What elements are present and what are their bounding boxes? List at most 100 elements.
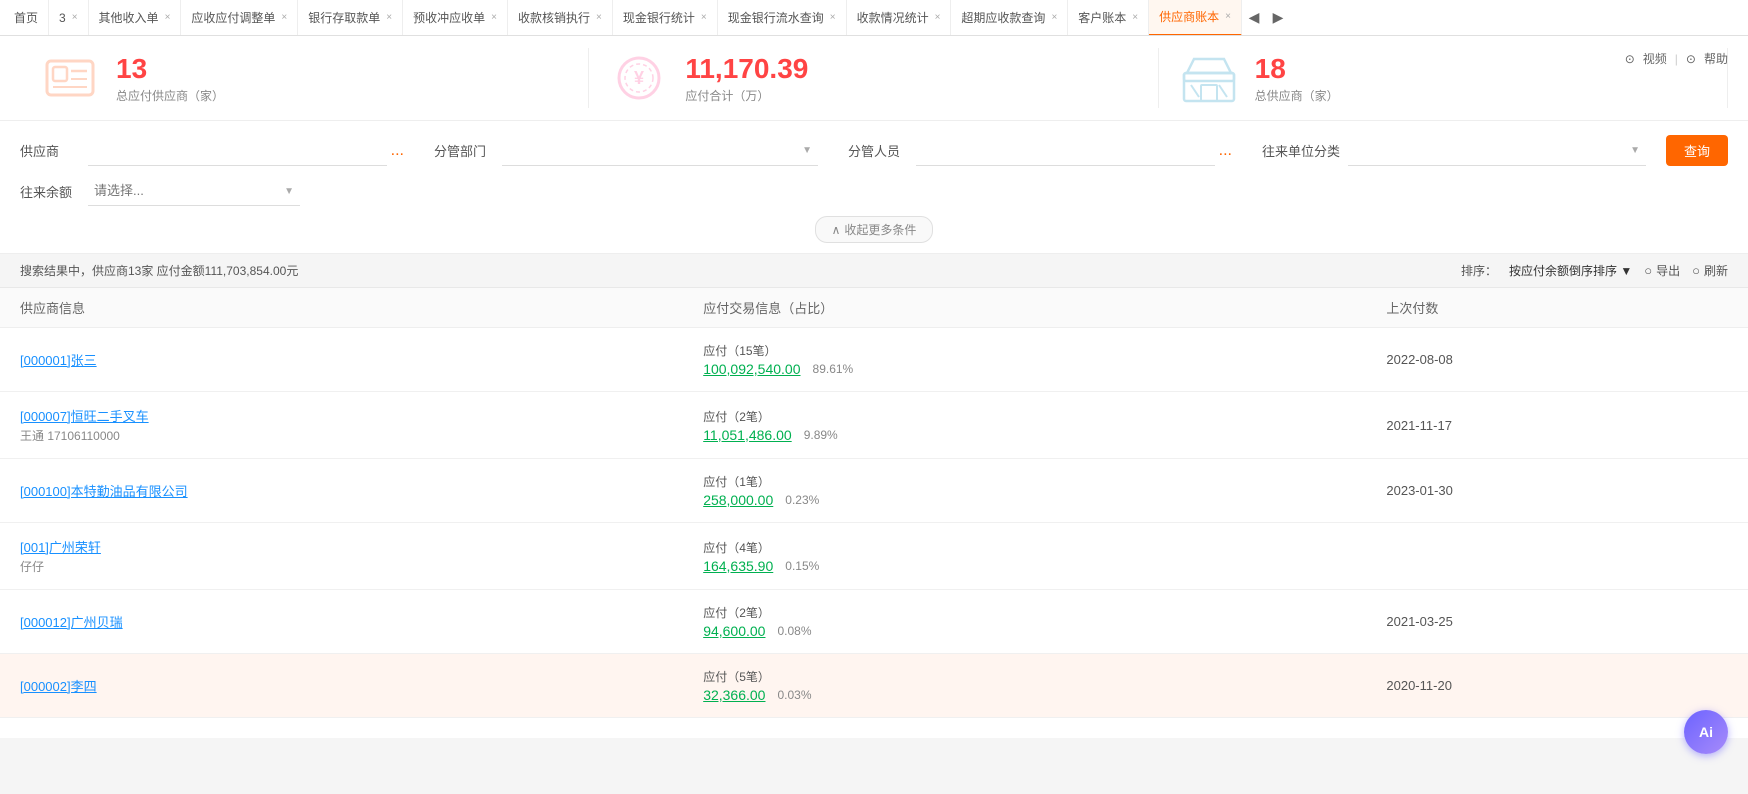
nav-tab-cash-stats-label: 现金银行统计	[623, 9, 695, 26]
nav-tab-overdue-label: 超期应收款查询	[961, 9, 1045, 26]
collapse-icon: ∧	[832, 223, 841, 237]
tx-amount-link[interactable]: 32,366.00	[703, 687, 765, 703]
tx-info-cell: 应付（2笔） 94,600.00 0.08%	[703, 604, 1386, 639]
top-nav: 首页 3 × 其他收入单 × 应收应付调整单 × 银行存取款单 × 预收冲应收单…	[0, 0, 1748, 36]
form-row-1: 供应商 ... 分管部门 ▼ 分管人员 ... 往来单位分类 ▼ 查询	[20, 135, 1728, 166]
tx-row: 258,000.00 0.23%	[703, 492, 1386, 508]
table-row: [000012]广州贝瑞 应付（2笔） 94,600.00 0.08% 2021…	[0, 590, 1748, 654]
close-icon[interactable]: ×	[72, 12, 78, 23]
refresh-icon: ○	[1692, 263, 1700, 278]
nav-tab-bank-label: 银行存取款单	[308, 9, 380, 26]
tx-amount-link[interactable]: 100,092,540.00	[703, 361, 800, 377]
supplier-sub-text: 王通 17106110000	[20, 427, 703, 444]
supplier-name-link[interactable]: [000100]本特勤油品有限公司	[20, 481, 703, 500]
nav-tab-cash-flow-label: 现金银行流水查询	[728, 9, 824, 26]
nav-tab-adjustment[interactable]: 应收应付调整单 ×	[181, 0, 298, 36]
nav-tab-home[interactable]: 首页	[4, 0, 49, 36]
supplier-info-cell: [000007]恒旺二手叉车 王通 17106110000	[20, 406, 703, 444]
supplier-input[interactable]	[88, 136, 387, 166]
close-icon[interactable]: ×	[830, 12, 836, 23]
nav-prev-arrow[interactable]: ◀	[1242, 0, 1266, 36]
close-icon[interactable]: ×	[491, 12, 497, 23]
tx-row: 164,635.90 0.15%	[703, 558, 1386, 574]
close-icon[interactable]: ×	[701, 12, 707, 23]
nav-tab-supplier-ledger-label: 供应商账本	[1159, 8, 1219, 25]
supplier-name-link[interactable]: [001]广州荣轩	[20, 537, 703, 556]
tx-label: 应付（15笔）	[703, 342, 1386, 359]
export-icon: ○	[1644, 263, 1652, 278]
nav-tab-overdue[interactable]: 超期应收款查询 ×	[951, 0, 1068, 36]
nav-tab-customer-ledger[interactable]: 客户账本 ×	[1068, 0, 1149, 36]
nav-tab-3[interactable]: 3 ×	[49, 0, 89, 36]
close-icon[interactable]: ×	[1051, 12, 1057, 23]
nav-tab-collection[interactable]: 收款核销执行 ×	[508, 0, 613, 36]
supplier-name-link[interactable]: [000001]张三	[20, 350, 703, 369]
tx-row: 94,600.00 0.08%	[703, 623, 1386, 639]
tx-pct: 9.89%	[804, 428, 838, 442]
category-select-wrapper: ▼	[1348, 136, 1646, 166]
tx-info-cell: 应付（2笔） 11,051,486.00 9.89%	[703, 408, 1386, 443]
dept-label: 分管部门	[434, 141, 494, 160]
help-link[interactable]: 帮助	[1704, 50, 1728, 67]
supplier-sub-text: 仔仔	[20, 558, 703, 575]
video-link[interactable]: 视频	[1643, 50, 1667, 67]
supplier-name-link[interactable]: [000007]恒旺二手叉车	[20, 406, 703, 425]
tx-row: 100,092,540.00 89.61%	[703, 361, 1386, 377]
last-pay-cell: 2022-08-08	[1386, 352, 1728, 367]
video-icon: ⊙	[1625, 52, 1635, 66]
total-suppliers-label: 总供应商（家）	[1255, 87, 1339, 104]
col-supplier-header: 供应商信息	[20, 298, 703, 317]
nav-tab-3-label: 3	[59, 11, 66, 25]
tx-info-cell: 应付（15笔） 100,092,540.00 89.61%	[703, 342, 1386, 377]
top-right-links: ⊙ 视频 | ⊙ 帮助	[1625, 50, 1728, 67]
person-input[interactable]	[916, 136, 1215, 166]
stat-payable-total-text: 11,170.39 应付合计（万）	[685, 52, 808, 105]
person-dots[interactable]: ...	[1219, 142, 1232, 160]
nav-tab-bank[interactable]: 银行存取款单 ×	[298, 0, 403, 36]
close-icon[interactable]: ×	[1225, 11, 1231, 22]
form-row-2: 往来余额 ▼	[20, 176, 1728, 206]
supplier-info-cell: [001]广州荣轩 仔仔	[20, 537, 703, 575]
supplier-name-link[interactable]: [000002]李四	[20, 676, 703, 695]
close-icon[interactable]: ×	[596, 12, 602, 23]
payable-total-value: 11,170.39	[685, 52, 808, 86]
refresh-button[interactable]: ○ 刷新	[1692, 262, 1728, 279]
dept-input[interactable]	[502, 136, 818, 166]
tx-amount-link[interactable]: 94,600.00	[703, 623, 765, 639]
stat-total-suppliers-text: 18 总供应商（家）	[1255, 52, 1339, 105]
tx-amount-link[interactable]: 11,051,486.00	[703, 427, 792, 443]
nav-tab-cash-stats[interactable]: 现金银行统计 ×	[613, 0, 718, 36]
last-pay-cell: 2023-01-30	[1386, 483, 1728, 498]
balance-input[interactable]	[88, 176, 300, 206]
search-button[interactable]: 查询	[1666, 135, 1728, 166]
nav-tab-cash-flow[interactable]: 现金银行流水查询 ×	[718, 0, 847, 36]
table-row: [000100]本特勤油品有限公司 应付（1笔） 258,000.00 0.23…	[0, 459, 1748, 523]
close-icon[interactable]: ×	[935, 12, 941, 23]
last-pay-cell: 2021-03-25	[1386, 614, 1728, 629]
collapse-bar: ∧ 收起更多条件	[20, 216, 1728, 243]
ai-button[interactable]: Ai	[1684, 710, 1728, 754]
sort-select[interactable]: 按应付余额倒序排序 ▼	[1509, 262, 1632, 279]
tx-amount-link[interactable]: 258,000.00	[703, 492, 773, 508]
close-icon[interactable]: ×	[1132, 12, 1138, 23]
collapse-button[interactable]: ∧ 收起更多条件	[815, 216, 934, 243]
nav-tab-supplier-ledger[interactable]: 供应商账本 ×	[1149, 0, 1242, 36]
nav-next-arrow[interactable]: ▶	[1266, 0, 1290, 36]
tx-amount-link[interactable]: 164,635.90	[703, 558, 773, 574]
close-icon[interactable]: ×	[165, 12, 171, 23]
close-icon[interactable]: ×	[281, 12, 287, 23]
supplier-dots[interactable]: ...	[391, 142, 404, 160]
nav-tab-other-income-label: 其他收入单	[99, 9, 159, 26]
supplier-name-link[interactable]: [000012]广州贝瑞	[20, 612, 703, 631]
category-input[interactable]	[1348, 136, 1646, 166]
nav-tab-receipt-stats[interactable]: 收款情况统计 ×	[847, 0, 952, 36]
table-row: [000007]恒旺二手叉车 王通 17106110000 应付（2笔） 11,…	[0, 392, 1748, 459]
close-icon[interactable]: ×	[386, 12, 392, 23]
tx-pct: 0.23%	[785, 493, 819, 507]
person-label: 分管人员	[848, 141, 908, 160]
nav-tab-other-income[interactable]: 其他收入单 ×	[89, 0, 182, 36]
export-button[interactable]: ○ 导出	[1644, 262, 1680, 279]
nav-tab-prepay[interactable]: 预收冲应收单 ×	[403, 0, 508, 36]
tx-label: 应付（2笔）	[703, 604, 1386, 621]
form-item-category: 往来单位分类 ▼	[1262, 136, 1646, 166]
